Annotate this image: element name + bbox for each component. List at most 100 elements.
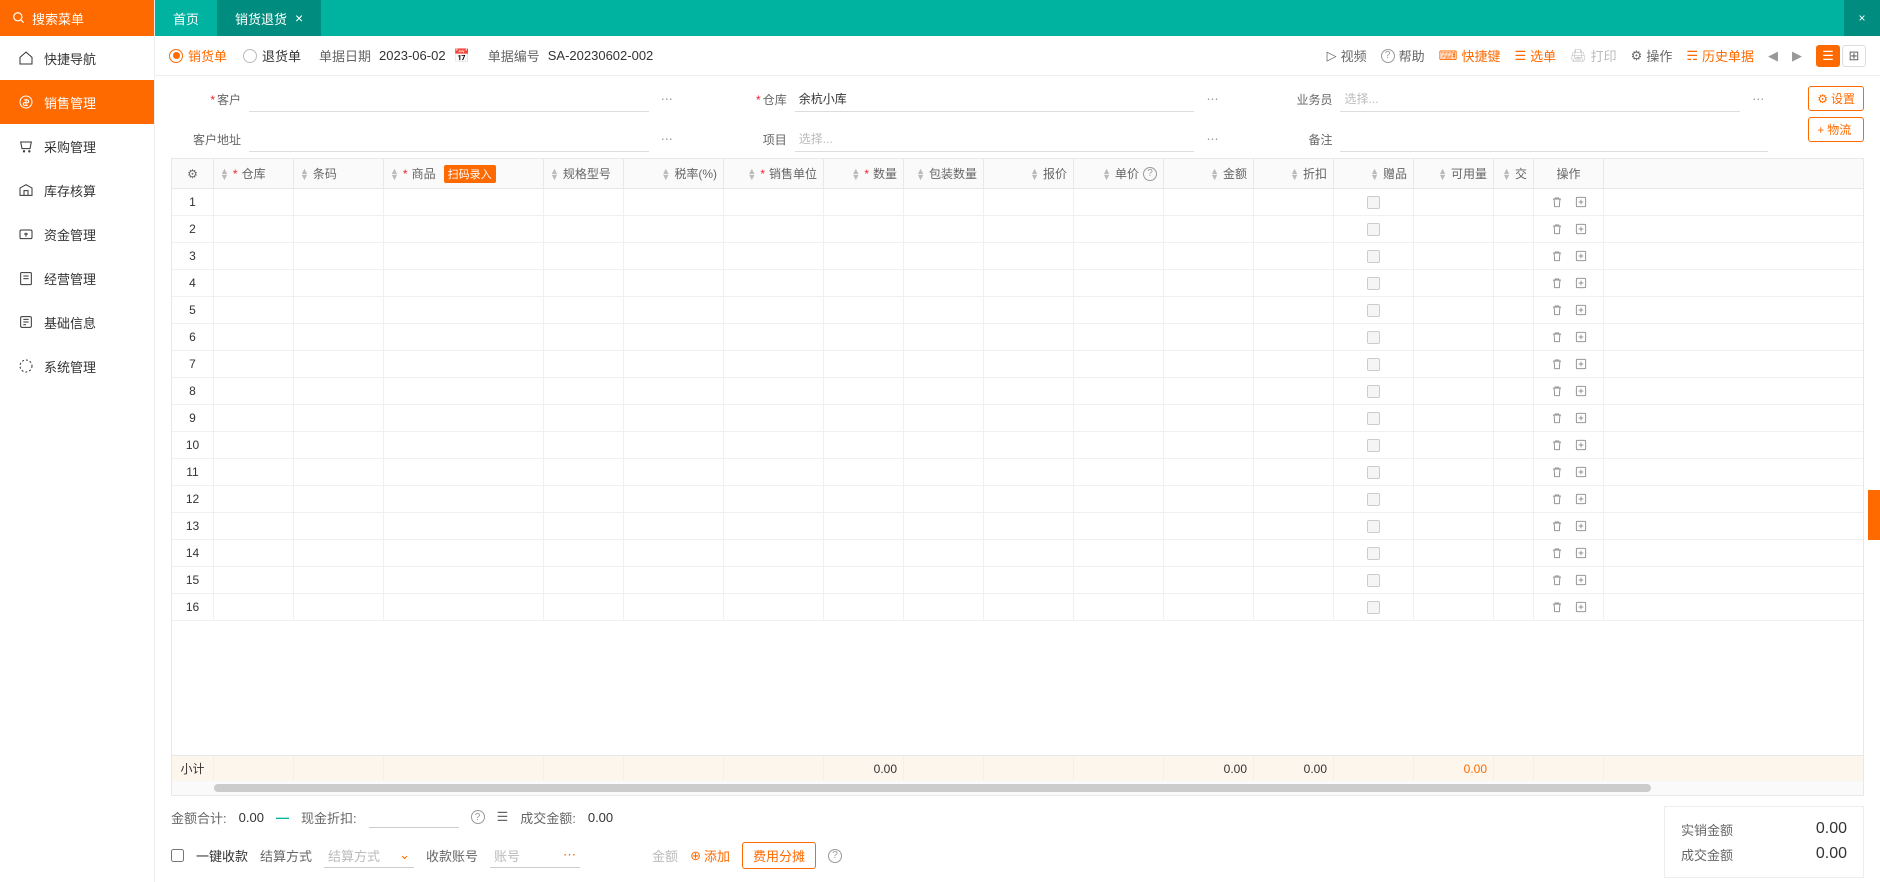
add-row-icon[interactable]: [1574, 546, 1588, 560]
delete-icon[interactable]: [1550, 573, 1564, 587]
menu-item-funds[interactable]: 资金管理: [0, 212, 154, 256]
delete-icon[interactable]: [1550, 195, 1564, 209]
gift-checkbox[interactable]: [1367, 385, 1380, 398]
gift-checkbox[interactable]: [1367, 466, 1380, 479]
table-row[interactable]: 8: [172, 378, 1863, 405]
help-link[interactable]: ? 帮助: [1381, 46, 1425, 65]
table-row[interactable]: 2: [172, 216, 1863, 243]
warehouse-input[interactable]: 余杭小库: [795, 86, 1195, 112]
delete-icon[interactable]: [1550, 465, 1564, 479]
menu-item-sales[interactable]: 销售管理: [0, 80, 154, 124]
gift-checkbox[interactable]: [1367, 601, 1380, 614]
help-icon[interactable]: ?: [1143, 167, 1157, 181]
gift-checkbox[interactable]: [1367, 196, 1380, 209]
delete-icon[interactable]: [1550, 222, 1564, 236]
add-row-icon[interactable]: [1574, 330, 1588, 344]
account-select[interactable]: 账号⋯: [490, 844, 580, 868]
ops-link[interactable]: ⚙ 操作: [1631, 46, 1673, 65]
add-row-icon[interactable]: [1574, 411, 1588, 425]
gift-checkbox[interactable]: [1367, 547, 1380, 560]
calendar-icon[interactable]: 📅: [454, 48, 470, 64]
menu-item-business[interactable]: 经营管理: [0, 256, 154, 300]
gift-checkbox[interactable]: [1367, 304, 1380, 317]
close-icon[interactable]: ×: [295, 10, 303, 26]
cash-discount-input[interactable]: [369, 806, 459, 828]
radio-return[interactable]: 退货单: [243, 46, 301, 65]
col-gear[interactable]: ⚙: [172, 159, 214, 188]
settle-method-select[interactable]: 结算方式⌄: [324, 844, 414, 868]
radio-sale[interactable]: 销货单: [169, 46, 227, 65]
table-row[interactable]: 5: [172, 297, 1863, 324]
delete-icon[interactable]: [1550, 438, 1564, 452]
tab-sales-return[interactable]: 销货退货×: [217, 0, 321, 36]
table-row[interactable]: 11: [172, 459, 1863, 486]
add-row-icon[interactable]: [1574, 438, 1588, 452]
menu-item-stock[interactable]: 库存核算: [0, 168, 154, 212]
add-button[interactable]: ⊕ 添加: [690, 846, 730, 865]
add-row-icon[interactable]: [1574, 357, 1588, 371]
view-card[interactable]: ⊞: [1842, 45, 1866, 67]
tab-home[interactable]: 首页: [155, 0, 217, 36]
help-icon[interactable]: ?: [471, 810, 485, 824]
shortcut-link[interactable]: ⌨ 快捷键: [1439, 46, 1501, 65]
delete-icon[interactable]: [1550, 357, 1564, 371]
delete-icon[interactable]: [1550, 492, 1564, 506]
table-row[interactable]: 6: [172, 324, 1863, 351]
delete-icon[interactable]: [1550, 384, 1564, 398]
add-row-icon[interactable]: [1574, 303, 1588, 317]
next-icon[interactable]: ▶: [1792, 48, 1802, 64]
delete-icon[interactable]: [1550, 411, 1564, 425]
customer-more-icon[interactable]: ⋯: [657, 92, 677, 106]
prev-icon[interactable]: ◀: [1768, 48, 1778, 64]
table-row[interactable]: 13: [172, 513, 1863, 540]
expense-button[interactable]: 费用分摊: [742, 842, 816, 869]
oneclick-checkbox[interactable]: [171, 849, 184, 862]
table-row[interactable]: 1: [172, 189, 1863, 216]
address-more-icon[interactable]: ⋯: [657, 132, 677, 146]
add-row-icon[interactable]: [1574, 519, 1588, 533]
sort-icon[interactable]: ▲▼: [220, 168, 229, 180]
gift-checkbox[interactable]: [1367, 277, 1380, 290]
add-row-icon[interactable]: [1574, 222, 1588, 236]
table-row[interactable]: 14: [172, 540, 1863, 567]
select-link[interactable]: ☰ 选单: [1514, 46, 1556, 65]
add-row-icon[interactable]: [1574, 573, 1588, 587]
gift-checkbox[interactable]: [1367, 412, 1380, 425]
view-list[interactable]: ☰: [1816, 45, 1840, 67]
address-input[interactable]: [249, 126, 649, 152]
add-row-icon[interactable]: [1574, 276, 1588, 290]
gift-checkbox[interactable]: [1367, 439, 1380, 452]
gift-checkbox[interactable]: [1367, 223, 1380, 236]
gift-checkbox[interactable]: [1367, 331, 1380, 344]
table-row[interactable]: 9: [172, 405, 1863, 432]
print-link[interactable]: 🖨 打印: [1570, 46, 1617, 65]
horizontal-scrollbar[interactable]: [172, 781, 1863, 795]
help-icon[interactable]: ?: [828, 849, 842, 863]
table-row[interactable]: 7: [172, 351, 1863, 378]
add-row-icon[interactable]: [1574, 492, 1588, 506]
search-menu[interactable]: 搜索菜单: [0, 0, 154, 36]
logistics-button[interactable]: + 物流: [1808, 117, 1864, 142]
menu-item-basic[interactable]: 基础信息: [0, 300, 154, 344]
delete-icon[interactable]: [1550, 276, 1564, 290]
settings-button[interactable]: ⚙ 设置: [1808, 86, 1864, 111]
add-row-icon[interactable]: [1574, 249, 1588, 263]
close-all-tabs[interactable]: ×: [1844, 0, 1880, 36]
table-row[interactable]: 10: [172, 432, 1863, 459]
add-row-icon[interactable]: [1574, 195, 1588, 209]
menu-item-system[interactable]: 系统管理: [0, 344, 154, 388]
delete-icon[interactable]: [1550, 546, 1564, 560]
salesman-more-icon[interactable]: ⋯: [1748, 92, 1768, 106]
add-row-icon[interactable]: [1574, 465, 1588, 479]
table-row[interactable]: 12: [172, 486, 1863, 513]
add-row-icon[interactable]: [1574, 600, 1588, 614]
project-more-icon[interactable]: ⋯: [1202, 132, 1222, 146]
delete-icon[interactable]: [1550, 330, 1564, 344]
project-input[interactable]: 选择...: [795, 126, 1195, 152]
delete-icon[interactable]: [1550, 519, 1564, 533]
remark-input[interactable]: [1340, 126, 1768, 152]
scan-badge[interactable]: 扫码录入: [444, 165, 496, 183]
table-row[interactable]: 4: [172, 270, 1863, 297]
doc-date-value[interactable]: 2023-06-02: [379, 48, 446, 63]
menu-item-quicknav[interactable]: 快捷导航: [0, 36, 154, 80]
